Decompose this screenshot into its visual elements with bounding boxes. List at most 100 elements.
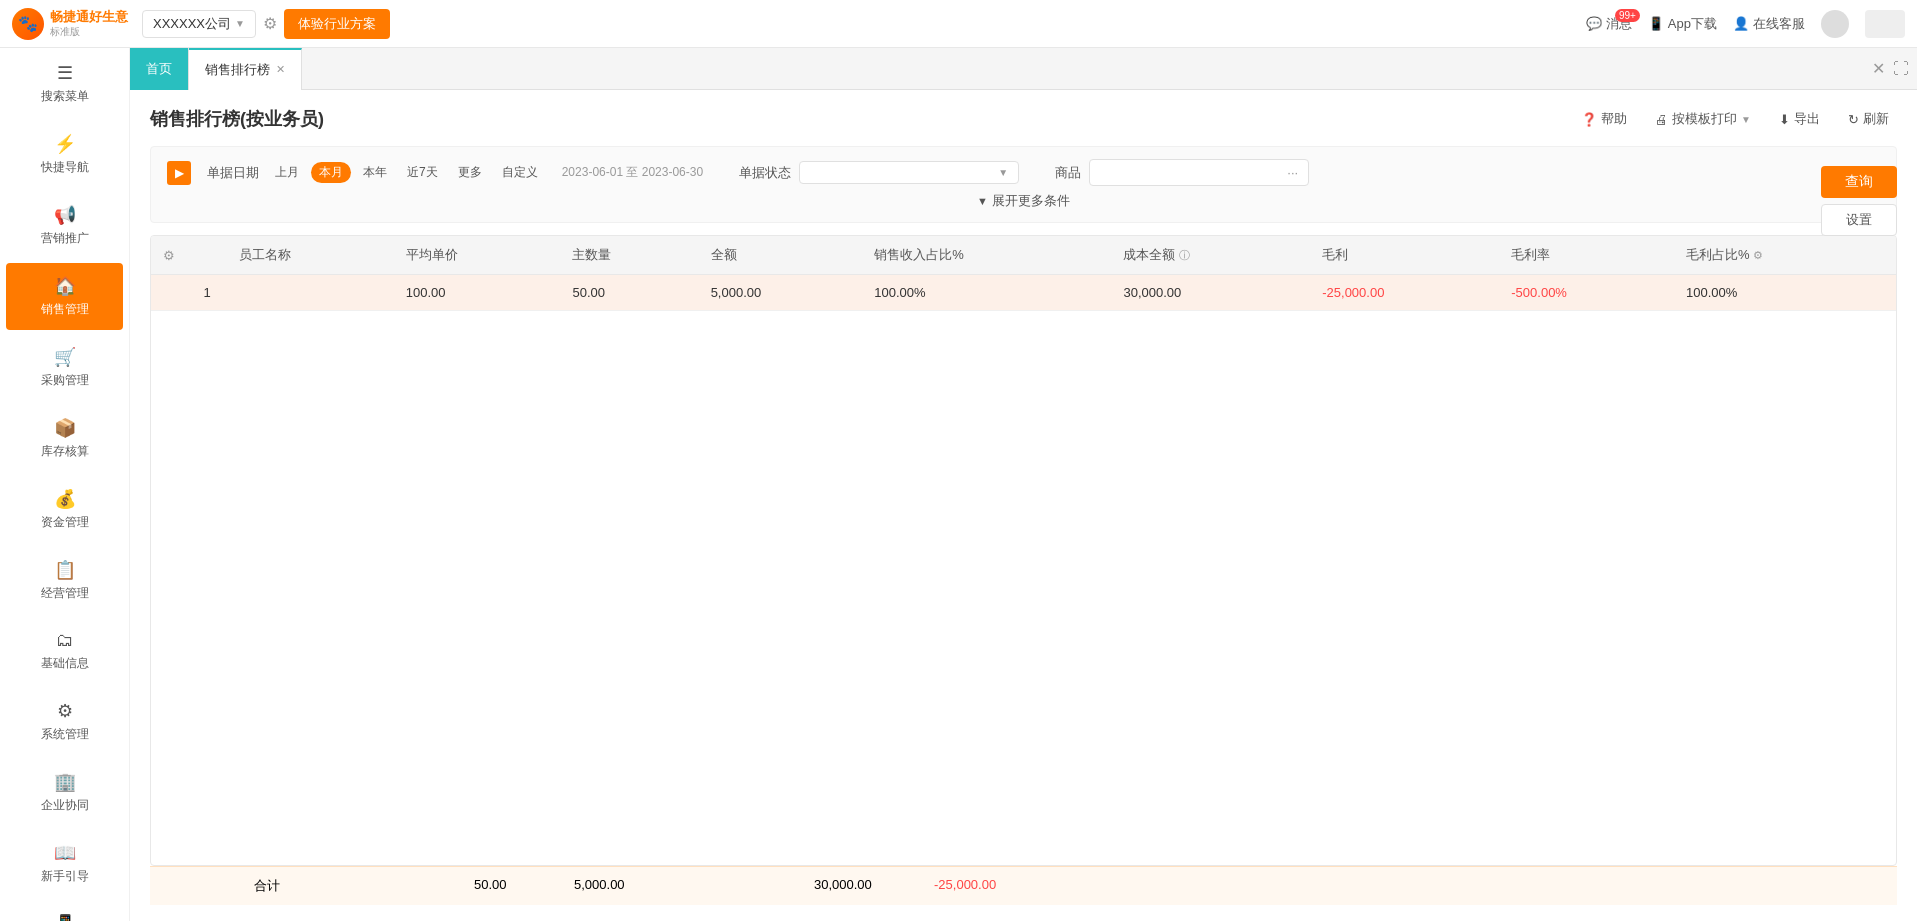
trial-button[interactable]: 体验行业方案 xyxy=(284,9,390,39)
sidebar-item-inventory[interactable]: 📦 库存核算 xyxy=(6,405,123,472)
tab-close-window-icon[interactable]: ✕ xyxy=(1872,59,1885,78)
sales-icon: 🏠 xyxy=(54,275,76,297)
col-sales-pct: 销售收入占比% xyxy=(862,236,1111,275)
print-chevron-icon: ▼ xyxy=(1741,114,1751,125)
date-tab-current-year[interactable]: 本年 xyxy=(355,162,395,183)
refresh-button[interactable]: ↻ 刷新 xyxy=(1840,106,1897,132)
sidebar-item-purchase[interactable]: 🛒 采购管理 xyxy=(6,334,123,401)
tab-home[interactable]: 首页 xyxy=(130,48,189,90)
date-tab-last-month[interactable]: 上月 xyxy=(267,162,307,183)
table-header-row: ⚙ 员工名称 平均单价 主数量 全额 销售收入占比% 成本全额 ⓘ 毛利 xyxy=(151,236,1896,275)
guide-icon: 📖 xyxy=(54,842,76,864)
avatar[interactable] xyxy=(1821,10,1849,38)
sidebar-item-marketing[interactable]: 📢 营销推广 xyxy=(6,192,123,259)
sidebar-item-system[interactable]: ⚙ 系统管理 xyxy=(6,688,123,755)
row-gross-cell: -25,000.00 xyxy=(1310,275,1499,311)
sales-table: ⚙ 员工名称 平均单价 主数量 全额 销售收入占比% 成本全额 ⓘ 毛利 xyxy=(151,236,1896,311)
date-label: 单据日期 xyxy=(207,164,259,182)
app-icon: 📱 xyxy=(1648,16,1664,31)
tab-sales-rank[interactable]: 销售排行榜 ✕ xyxy=(189,48,302,90)
message-button[interactable]: 💬 消息 99+ xyxy=(1586,15,1632,33)
row-avg-price-cell: 100.00 xyxy=(394,275,561,311)
operations-icon: 📋 xyxy=(54,559,76,581)
table-footer: 合计 50.00 5,000.00 30,000.00 -25,000.00 xyxy=(150,866,1897,905)
help-button[interactable]: ❓ 帮助 xyxy=(1573,106,1635,132)
footer-quantity-cell: 50.00 xyxy=(462,877,562,895)
logo: 🐾 畅捷通好生意 标准版 xyxy=(12,8,128,40)
settings-icon[interactable]: ⚙ xyxy=(256,10,284,38)
filter-goods: 商品 ··· xyxy=(1055,159,1309,186)
app-download-label: App下载 xyxy=(1668,15,1717,33)
online-service-button[interactable]: 👤 在线客服 xyxy=(1733,15,1805,33)
chevron-down-icon: ▼ xyxy=(977,195,988,207)
tab-home-label: 首页 xyxy=(146,60,172,78)
filter-toggle-icon[interactable]: ▶ xyxy=(167,161,191,185)
col-gross-rate: 毛利率 xyxy=(1499,236,1674,275)
sidebar-item-sales[interactable]: 🏠 销售管理 xyxy=(6,263,123,330)
sidebar-item-guide[interactable]: 📖 新手引导 xyxy=(6,830,123,897)
sidebar-item-operations[interactable]: 📋 经营管理 xyxy=(6,547,123,614)
status-chevron-icon: ▼ xyxy=(998,167,1008,178)
top-bar: 🐾 畅捷通好生意 标准版 XXXXXX公司 ▼ ⚙ 体验行业方案 💬 消息 99… xyxy=(0,0,1917,48)
goods-input[interactable]: ··· xyxy=(1089,159,1309,186)
top-bar-left: 🐾 畅捷通好生意 标准版 xyxy=(12,8,142,40)
help-icon: ❓ xyxy=(1581,112,1597,127)
sidebar-label-basic: 基础信息 xyxy=(41,655,89,672)
export-icon: ⬇ xyxy=(1779,112,1790,127)
filter-date: 单据日期 上月 本月 本年 近7天 更多 自定义 xyxy=(207,162,546,183)
sidebar-item-funds[interactable]: 💰 资金管理 xyxy=(6,476,123,543)
date-tab-custom[interactable]: 自定义 xyxy=(494,162,546,183)
app-download-button[interactable]: 📱 App下载 xyxy=(1648,15,1717,33)
filter-status: 单据状态 ▼ xyxy=(739,161,1019,184)
date-range: 2023-06-01 至 2023-06-30 xyxy=(562,164,703,181)
expand-more-button[interactable]: ▼ 展开更多条件 xyxy=(167,186,1880,210)
footer-label-cell xyxy=(162,877,242,895)
sidebar-label-sales: 销售管理 xyxy=(41,301,89,318)
service-icon: 👤 xyxy=(1733,16,1749,31)
sidebar-label-search: 搜索菜单 xyxy=(41,88,89,105)
purchase-icon: 🛒 xyxy=(54,346,76,368)
sidebar-item-basic[interactable]: 🗂 基础信息 xyxy=(6,618,123,684)
footer-gross-rate-cell xyxy=(1042,877,1142,895)
row-gross-rate-cell: -500.00% xyxy=(1499,275,1674,311)
col-quantity: 主数量 xyxy=(560,236,698,275)
online-service-label: 在线客服 xyxy=(1753,15,1805,33)
sidebar-label-operations: 经营管理 xyxy=(41,585,89,602)
tab-maximize-icon[interactable]: ⛶ xyxy=(1893,60,1909,78)
sidebar-item-apps[interactable]: 📱 应用中心 xyxy=(6,901,123,921)
sidebar-item-search[interactable]: ☰ 搜索菜单 xyxy=(6,50,123,117)
sidebar-label-funds: 资金管理 xyxy=(41,514,89,531)
table-wrapper: ⚙ 员工名称 平均单价 主数量 全额 销售收入占比% 成本全额 ⓘ 毛利 xyxy=(150,235,1897,866)
print-button[interactable]: 🖨 按模板打印 ▼ xyxy=(1647,106,1759,132)
chevron-down-icon: ▼ xyxy=(235,18,245,29)
main-layout: ☰ 搜索菜单 ⚡ 快捷导航 📢 营销推广 🏠 销售管理 🛒 采购管理 📦 库存核… xyxy=(0,48,1917,921)
date-tab-7days[interactable]: 近7天 xyxy=(399,162,446,183)
table-settings-button[interactable]: 设置 xyxy=(1821,204,1897,236)
row-sales-pct-cell: 100.00% xyxy=(862,275,1111,311)
query-button[interactable]: 查询 xyxy=(1821,166,1897,198)
company-selector[interactable]: XXXXXX公司 ▼ xyxy=(142,10,256,38)
date-tab-more[interactable]: 更多 xyxy=(450,162,490,183)
tab-close-icon[interactable]: ✕ xyxy=(276,63,285,76)
col-employee: 员工名称 xyxy=(227,236,394,275)
row-index-cell: 1 xyxy=(187,275,227,311)
table-row: 1 100.00 50.00 5,000.00 100.00% 30,000.0… xyxy=(151,275,1896,311)
date-tab-current-month[interactable]: 本月 xyxy=(311,162,351,183)
refresh-icon: ↻ xyxy=(1848,112,1859,127)
status-select[interactable]: ▼ xyxy=(799,161,1019,184)
col-gross: 毛利 xyxy=(1310,236,1499,275)
export-button[interactable]: ⬇ 导出 xyxy=(1771,106,1828,132)
sidebar-label-enterprise: 企业协同 xyxy=(41,797,89,814)
sidebar-label-marketing: 营销推广 xyxy=(41,230,89,247)
sidebar-item-quicknav[interactable]: ⚡ 快捷导航 xyxy=(6,121,123,188)
row-cost-cell: 30,000.00 xyxy=(1111,275,1310,311)
cost-info-icon: ⓘ xyxy=(1179,249,1190,261)
row-quantity-cell: 50.00 xyxy=(560,275,698,311)
col-avg-price: 平均单价 xyxy=(394,236,561,275)
col-settings[interactable]: ⚙ xyxy=(151,236,187,275)
footer-gross-cell: -25,000.00 xyxy=(922,877,1042,895)
basic-icon: 🗂 xyxy=(56,630,74,651)
gross-pct-icon: ⚙ xyxy=(1753,249,1763,261)
col-cost: 成本全额 ⓘ xyxy=(1111,236,1310,275)
sidebar-item-enterprise[interactable]: 🏢 企业协同 xyxy=(6,759,123,826)
